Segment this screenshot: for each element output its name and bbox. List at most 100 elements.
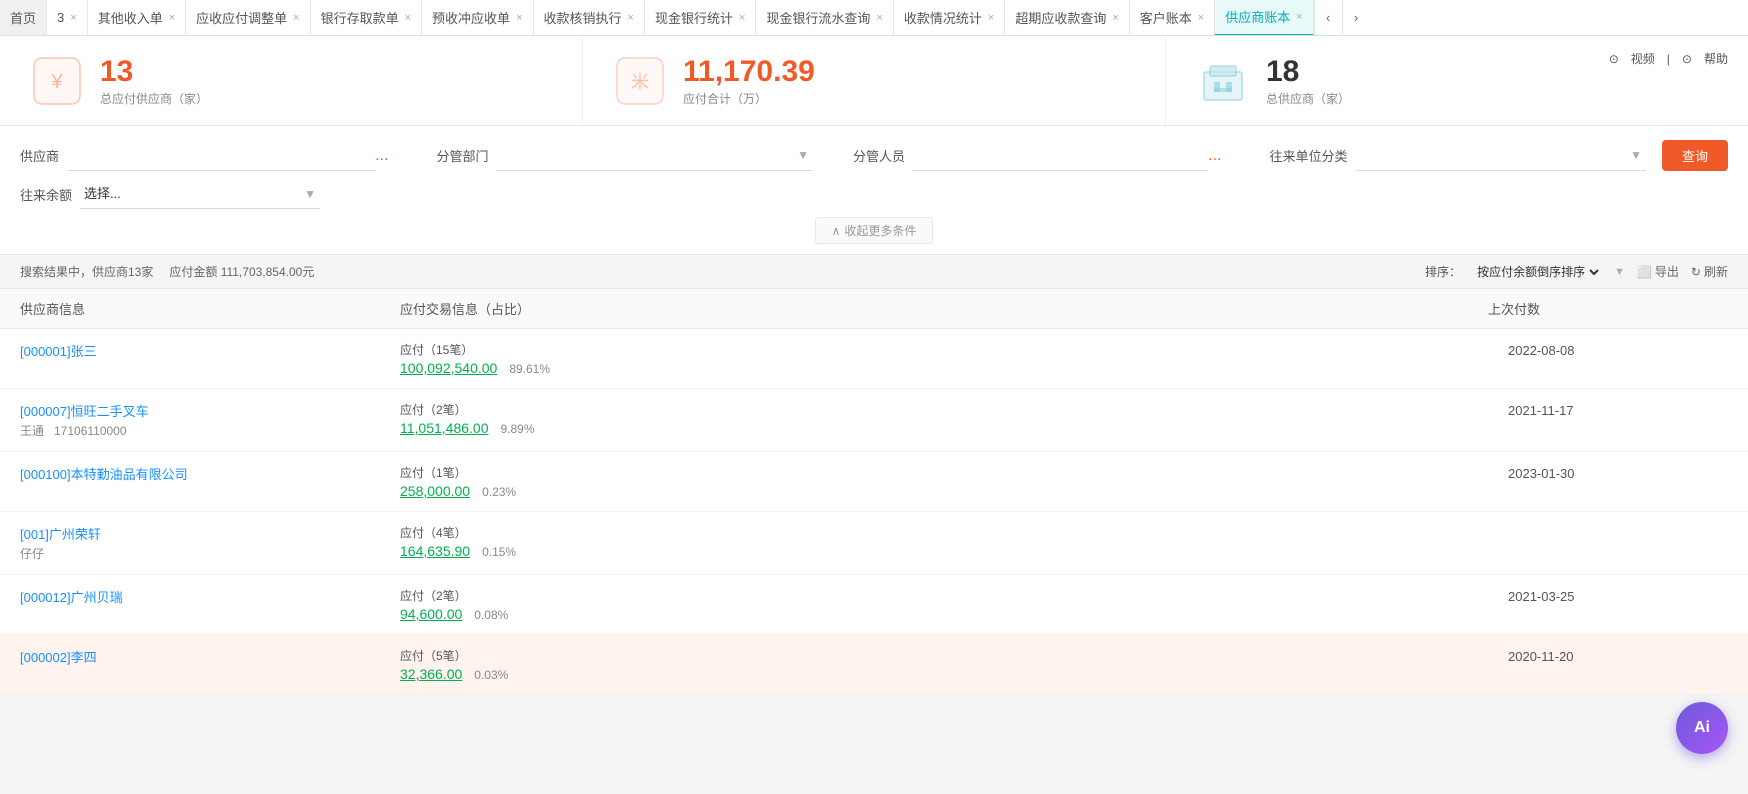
filter-dept: 分管部门 ▼ [437, 141, 814, 171]
filter-supplier: 供应商 ... [20, 141, 397, 171]
help-link[interactable]: 帮助 [1704, 50, 1728, 67]
trans-row-3: 164,635.90 0.15% [400, 543, 1508, 559]
nav-tab-cash-bank-flow-close[interactable]: × [876, 12, 882, 24]
total-suppliers-icon [1196, 54, 1250, 108]
nav-tab-prepaid-close[interactable]: × [516, 12, 522, 24]
collapse-button[interactable]: ∧ 收起更多条件 [815, 217, 934, 244]
nav-tab-cash-bank-stats-close[interactable]: × [739, 12, 745, 24]
table-row: [000002]李四 应付（5笔） 32,366.00 0.03% 2020-1… [0, 635, 1748, 695]
table-row: [000100]本特勤油品有限公司 应付（1笔） 258,000.00 0.23… [0, 452, 1748, 512]
filter-category: 往来单位分类 ▼ [1270, 141, 1647, 171]
table-area: 供应商信息 应付交易信息（占比） 上次付数 [000001]张三 应付（15笔）… [0, 289, 1748, 695]
nav-tab-overdue-ar[interactable]: 超期应收款查询 × [1005, 0, 1129, 36]
trans-label-1: 应付（2笔） [400, 401, 1508, 418]
balance-select-wrap[interactable]: 选择... ▼ [80, 179, 320, 209]
nav-tab-3-label: 3 [57, 10, 64, 25]
supplier-contact-1: 王通 17106110000 [20, 422, 400, 439]
query-button[interactable]: 查询 [1662, 140, 1728, 171]
dept-select-wrap[interactable]: ▼ [497, 141, 813, 171]
nav-tab-3[interactable]: 3 × [47, 0, 88, 36]
nav-tab-overdue-ar-label: 超期应收款查询 [1015, 8, 1106, 27]
filter-area: 供应商 ... 分管部门 ▼ 分管人员 ... 往来单位分类 ▼ [0, 126, 1748, 255]
supplier-dots[interactable]: ... [375, 147, 388, 165]
result-summary: 搜索结果中，供应商13家 应付金额 111,703,854.00元 [20, 263, 314, 280]
person-input[interactable] [913, 141, 1208, 171]
nav-tab-receipt-stats-close[interactable]: × [988, 12, 994, 24]
ai-assistant-button[interactable]: Ai [1676, 702, 1728, 754]
nav-tab-receipt-exec[interactable]: 收款核销执行 × [534, 0, 645, 36]
col-header-lastpay: 上次付数 [1488, 299, 1708, 318]
nav-prev-arrow[interactable]: ‹ [1314, 0, 1342, 36]
payable-total-number: 11,170.39 [683, 55, 815, 88]
trans-percent-1: 9.89% [501, 422, 535, 436]
supplier-input[interactable] [67, 141, 375, 171]
supplier-link-3[interactable]: [001]广州荣轩 [20, 527, 101, 542]
summary-card-payable-total: 米 11,170.39 应付合计（万） [583, 36, 1166, 125]
circle-icon: ⊙ [1609, 52, 1619, 66]
nav-next-arrow[interactable]: › [1342, 0, 1370, 36]
refresh-button[interactable]: ↻ 刷新 [1691, 263, 1728, 280]
nav-tab-prepaid-label: 预收冲应收单 [432, 8, 510, 27]
nav-tab-cash-bank-flow[interactable]: 现金银行流水查询 × [756, 0, 893, 36]
nav-tab-ar-adjust[interactable]: 应收应付调整单 × [186, 0, 310, 36]
summary-info-payable-total: 11,170.39 应付合计（万） [683, 55, 815, 107]
export-icon: ⬜ [1637, 265, 1652, 279]
trans-amount-0[interactable]: 100,092,540.00 [400, 360, 497, 376]
table-row: [000012]广州贝瑞 应付（2笔） 94,600.00 0.08% 2021… [0, 575, 1748, 635]
svg-text:¥: ¥ [50, 71, 63, 93]
supplier-link-1[interactable]: [000007]恒旺二手叉车 [20, 404, 149, 419]
nav-tab-other-income[interactable]: 其他收入单 × [88, 0, 186, 36]
nav-tab-cash-bank-stats[interactable]: 现金银行统计 × [645, 0, 756, 36]
supplier-link-4[interactable]: [000012]广州贝瑞 [20, 590, 123, 605]
nav-tab-receipt-exec-close[interactable]: × [628, 12, 634, 24]
nav-tab-bank-deposit[interactable]: 银行存取款单 × [311, 0, 422, 36]
supplier-link-0[interactable]: [000001]张三 [20, 344, 97, 359]
nav-tab-bank-deposit-close[interactable]: × [405, 12, 411, 24]
dept-select[interactable] [497, 148, 813, 163]
trans-label-3: 应付（4笔） [400, 524, 1508, 541]
trans-label-0: 应付（15笔） [400, 341, 1508, 358]
lastpay-0: 2022-08-08 [1508, 341, 1728, 358]
sort-chevron-icon: ▼ [1614, 266, 1625, 278]
trans-row-1: 11,051,486.00 9.89% [400, 420, 1508, 436]
nav-tab-customer-book-close[interactable]: × [1198, 12, 1204, 24]
trans-amount-3[interactable]: 164,635.90 [400, 543, 470, 559]
table-row: [000001]张三 应付（15笔） 100,092,540.00 89.61%… [0, 329, 1748, 389]
balance-select[interactable]: 选择... [80, 186, 320, 201]
summary-info-total-suppliers: 18 总供应商（家） [1266, 55, 1350, 107]
person-dots[interactable]: ... [1208, 147, 1221, 165]
nav-tab-home[interactable]: 首页 [0, 0, 47, 36]
table-header: 供应商信息 应付交易信息（占比） 上次付数 [0, 289, 1748, 329]
nav-tab-prepaid[interactable]: 预收冲应收单 × [422, 0, 533, 36]
category-filter-label: 往来单位分类 [1270, 146, 1348, 165]
sort-label: 排序： [1425, 263, 1461, 280]
transaction-info-3: 应付（4笔） 164,635.90 0.15% [400, 524, 1508, 559]
total-suppliers-number: 18 [1266, 55, 1350, 88]
collapse-bar: ∧ 收起更多条件 [20, 217, 1728, 244]
trans-amount-5[interactable]: 32,366.00 [400, 666, 462, 682]
supplier-link-5[interactable]: [000002]李四 [20, 650, 97, 665]
trans-percent-4: 0.08% [474, 608, 508, 622]
nav-tab-other-income-close[interactable]: × [169, 12, 175, 24]
nav-tab-supplier-book[interactable]: 供应商账本 × [1215, 0, 1313, 36]
supplier-info-4: [000012]广州贝瑞 [20, 587, 400, 606]
category-select-wrap[interactable]: ▼ [1356, 141, 1646, 171]
nav-tab-receipt-stats-label: 收款情况统计 [904, 8, 982, 27]
nav-tab-3-close[interactable]: × [70, 12, 76, 24]
supplier-info-3: [001]广州荣轩 仔仔 [20, 524, 400, 562]
trans-amount-2[interactable]: 258,000.00 [400, 483, 470, 499]
nav-tab-supplier-book-close[interactable]: × [1296, 11, 1302, 23]
export-button[interactable]: ⬜ 导出 [1637, 263, 1679, 280]
supplier-link-2[interactable]: [000100]本特勤油品有限公司 [20, 467, 188, 482]
nav-tab-ar-adjust-close[interactable]: × [293, 12, 299, 24]
video-link[interactable]: 视频 [1631, 50, 1655, 67]
trans-amount-1[interactable]: 11,051,486.00 [400, 420, 489, 436]
refresh-icon: ↻ [1691, 265, 1701, 279]
nav-tab-receipt-stats[interactable]: 收款情况统计 × [894, 0, 1005, 36]
trans-amount-4[interactable]: 94,600.00 [400, 606, 462, 622]
sort-select[interactable]: 按应付余额倒序排序 [1473, 264, 1602, 280]
trans-label-4: 应付（2笔） [400, 587, 1508, 604]
nav-tab-overdue-ar-close[interactable]: × [1112, 12, 1118, 24]
nav-tab-customer-book[interactable]: 客户账本 × [1130, 0, 1215, 36]
category-select[interactable] [1356, 148, 1646, 163]
